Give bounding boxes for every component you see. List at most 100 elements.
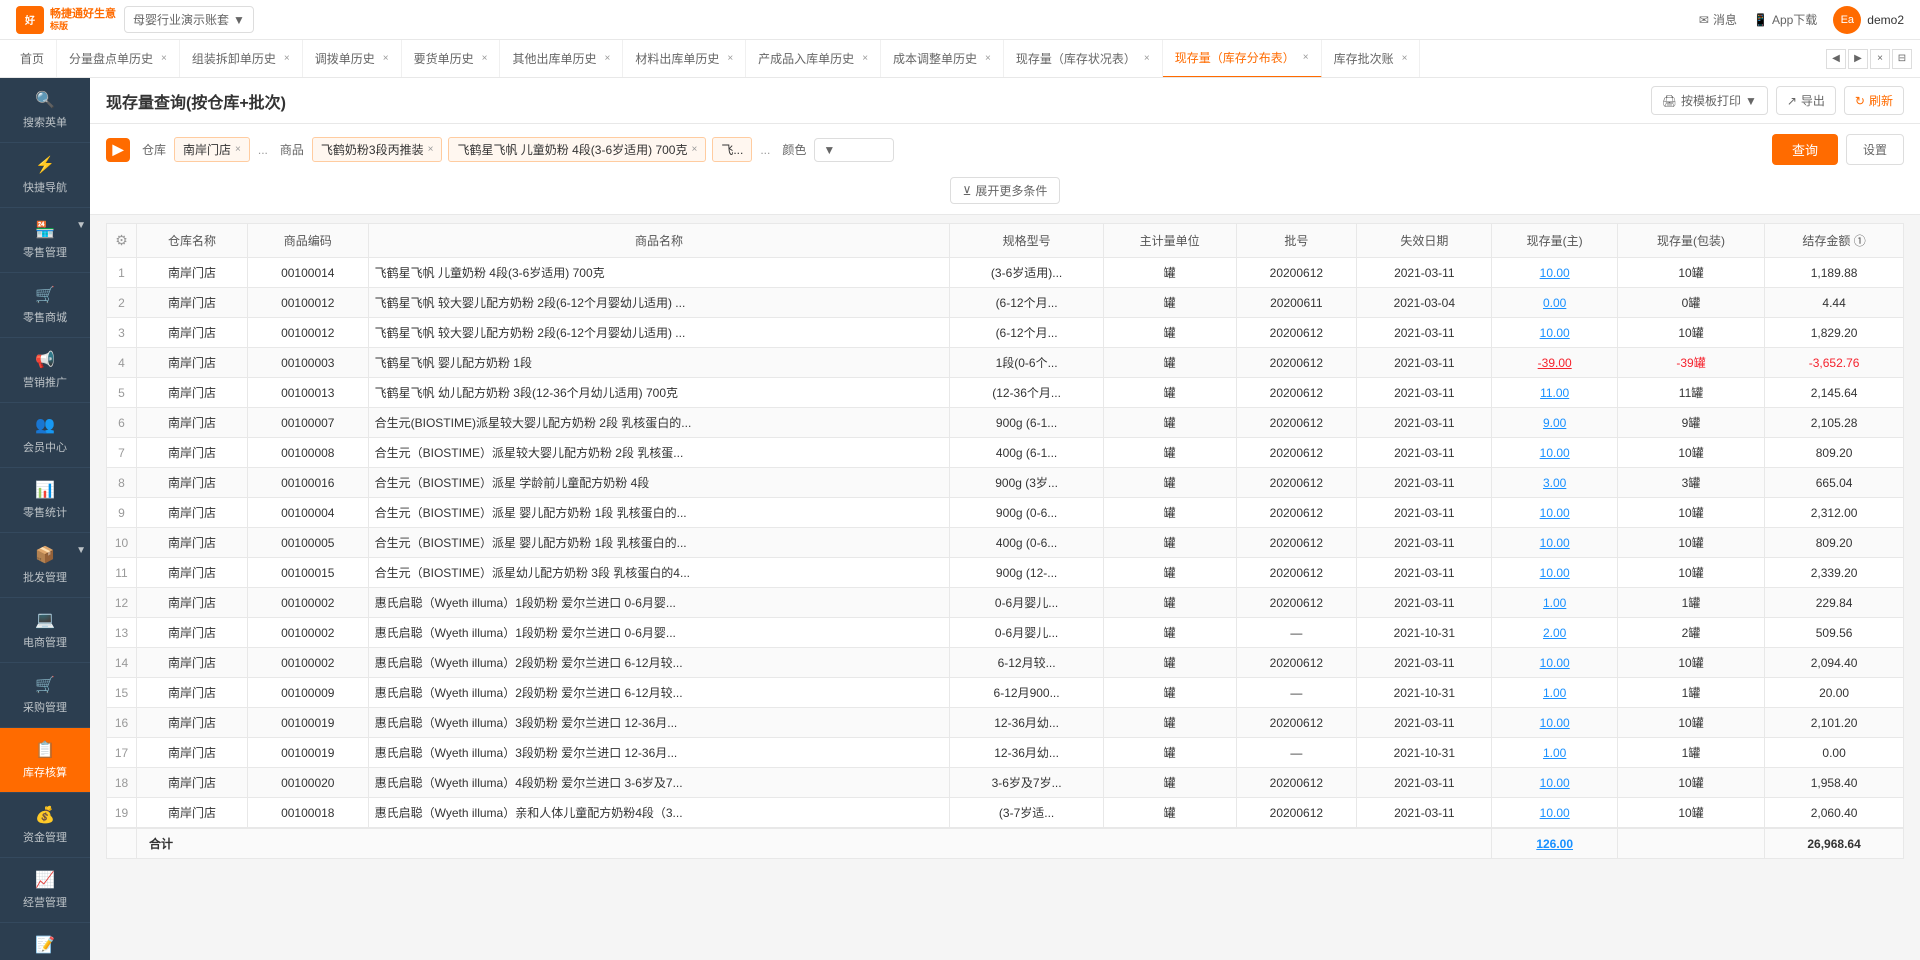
close-tab-icon[interactable]: × [1144, 53, 1150, 64]
row-qty-main[interactable]: 0.00 [1492, 288, 1617, 318]
user-area[interactable]: Ea demo2 [1833, 6, 1904, 34]
more-warehouses-btn[interactable]: ... [258, 143, 268, 157]
nav-tabs: 首页 分量盘点单历史 × 组装拆卸单历史 × 调拨单历史 × 要货单历史 × 其… [0, 40, 1920, 78]
sidebar-item-members[interactable]: 👥 会员中心 [0, 403, 90, 468]
warehouse-tag[interactable]: 南岸门店 × [174, 137, 250, 162]
wholesale-arrow-icon: ▼ [76, 545, 86, 556]
close-tab-icon[interactable]: × [1402, 53, 1408, 64]
tab-cost-adjust[interactable]: 成本调整单历史 × [881, 40, 1004, 78]
refresh-button[interactable]: ↻ 刷新 [1844, 86, 1904, 115]
close-tab-icon[interactable]: × [383, 53, 389, 64]
row-name: 合生元（BIOSTIME）派星较大婴儿配方奶粉 2段 乳核蛋... [368, 438, 950, 468]
close-tab-icon[interactable]: × [284, 53, 290, 64]
row-warehouse: 南岸门店 [137, 678, 248, 708]
row-num: 14 [107, 648, 137, 678]
row-qty-main[interactable]: 9.00 [1492, 408, 1617, 438]
remove-product-1-icon[interactable]: × [428, 144, 434, 155]
row-balance: 2,339.20 [1765, 558, 1904, 588]
tab-partial-inventory[interactable]: 分量盘点单历史 × [57, 40, 180, 78]
row-qty-main[interactable]: 1.00 [1492, 678, 1617, 708]
row-qty-main[interactable]: 10.00 [1492, 648, 1617, 678]
color-selector[interactable]: ▼ [814, 138, 894, 162]
close-tab-icon[interactable]: × [604, 53, 610, 64]
app-download-btn[interactable]: 📱 App下载 [1753, 11, 1817, 28]
table-row: 16 南岸门店 00100019 惠氏启聪（Wyeth illuma）3段奶粉 … [107, 708, 1904, 738]
row-qty-main[interactable]: 11.00 [1492, 378, 1617, 408]
row-qty-main[interactable]: 10.00 [1492, 438, 1617, 468]
close-tab-icon[interactable]: × [985, 53, 991, 64]
sidebar-item-purchase[interactable]: 🛒 采购管理 [0, 663, 90, 728]
row-qty-main[interactable]: 10.00 [1492, 318, 1617, 348]
sidebar-item-retail[interactable]: 🏪 零售管理 ▼ [0, 208, 90, 273]
close-tab-icon[interactable]: × [862, 53, 868, 64]
row-balance: 2,145.64 [1765, 378, 1904, 408]
tab-home[interactable]: 首页 [8, 40, 57, 78]
tab-current-qty-dist[interactable]: 现存量（库存分布表） × [1163, 40, 1322, 78]
settings-button[interactable]: 设置 [1846, 134, 1904, 165]
row-qty-main[interactable]: 1.00 [1492, 588, 1617, 618]
sidebar-item-inventory[interactable]: 📋 库存核算 [0, 728, 90, 793]
row-qty-main[interactable]: 10.00 [1492, 798, 1617, 829]
product-tag-1[interactable]: 飞鹤奶粉3段丙推装 × [312, 137, 443, 162]
table-row: 14 南岸门店 00100002 惠氏启聪（Wyeth illuma）2段奶粉 … [107, 648, 1904, 678]
sidebar-item-finance[interactable]: 💰 资金管理 [0, 793, 90, 858]
table-row: 1 南岸门店 00100014 飞鹤星飞帆 儿童奶粉 4段(3-6岁适用) 70… [107, 258, 1904, 288]
row-qty-main[interactable]: 10.00 [1492, 498, 1617, 528]
row-qty-main[interactable]: 2.00 [1492, 618, 1617, 648]
row-batch: 20200612 [1236, 258, 1357, 288]
row-qty-main[interactable]: 10.00 [1492, 768, 1617, 798]
row-qty-main[interactable]: 10.00 [1492, 708, 1617, 738]
sidebar-item-ecommerce[interactable]: 💻 电商管理 [0, 598, 90, 663]
message-btn[interactable]: ✉ 消息 [1699, 11, 1737, 28]
close-tab-icon[interactable]: × [727, 53, 733, 64]
sidebar-item-retail-shop[interactable]: 🛒 零售商城 [0, 273, 90, 338]
remove-warehouse-icon[interactable]: × [235, 144, 241, 155]
nav-expand[interactable]: ⊟ [1892, 49, 1912, 69]
product-tag-more[interactable]: 飞... [712, 137, 752, 162]
nav-next-arrow[interactable]: ▶ [1848, 49, 1868, 69]
row-warehouse: 南岸门店 [137, 768, 248, 798]
tab-batch-voucher[interactable]: 库存批次账 × [1322, 40, 1421, 78]
gear-icon[interactable]: ⚙ [115, 232, 128, 248]
print-button[interactable]: 🖨 按模板打印 ▼ [1651, 86, 1768, 115]
sidebar-item-marketing[interactable]: 📢 营销推广 [0, 338, 90, 403]
tab-requisition[interactable]: 要货单历史 × [402, 40, 501, 78]
sidebar-item-search[interactable]: 🔍 搜索英单 [0, 78, 90, 143]
close-tab-icon[interactable]: × [482, 53, 488, 64]
row-qty-main[interactable]: 10.00 [1492, 558, 1617, 588]
row-qty-main[interactable]: 1.00 [1492, 738, 1617, 768]
sidebar-item-ops[interactable]: 📈 经营管理 [0, 858, 90, 923]
tab-disassemble[interactable]: 组装拆卸单历史 × [180, 40, 303, 78]
filter-toggle[interactable]: ▶ [106, 138, 130, 162]
sidebar-item-wholesale[interactable]: 📦 批发管理 ▼ [0, 533, 90, 598]
row-code: 00100019 [247, 708, 368, 738]
row-qty-main[interactable]: -39.00 [1492, 348, 1617, 378]
tab-transfer[interactable]: 调拨单历史 × [303, 40, 402, 78]
query-button[interactable]: 查询 [1772, 134, 1838, 165]
export-button[interactable]: ↗ 导出 [1776, 86, 1836, 115]
row-qty-main[interactable]: 3.00 [1492, 468, 1617, 498]
industry-selector[interactable]: 母婴行业演示账套 ▼ [124, 6, 254, 33]
sidebar-item-retail-stats[interactable]: 📊 零售统计 [0, 468, 90, 533]
tab-product-inbound[interactable]: 产成品入库单历史 × [746, 40, 881, 78]
row-qty-pkg: 10罐 [1617, 318, 1764, 348]
sidebar-item-basic[interactable]: 📝 基础信息 [0, 923, 90, 960]
row-qty-main[interactable]: 10.00 [1492, 528, 1617, 558]
row-qty-main[interactable]: 10.00 [1492, 258, 1617, 288]
remove-product-2-icon[interactable]: × [691, 144, 697, 155]
row-qty-pkg: 2罐 [1617, 618, 1764, 648]
more-products-btn[interactable]: ... [760, 143, 770, 157]
nav-close-all[interactable]: × [1870, 49, 1890, 69]
basic-icon: 📝 [35, 935, 55, 955]
close-tab-icon[interactable]: × [1303, 52, 1309, 63]
nav-prev-arrow[interactable]: ◀ [1826, 49, 1846, 69]
tab-material-outbound[interactable]: 材料出库单历史 × [623, 40, 746, 78]
tab-current-qty-status[interactable]: 现存量（库存状况表） × [1004, 40, 1163, 78]
tab-other-outbound[interactable]: 其他出库单历史 × [500, 40, 623, 78]
refresh-icon: ↻ [1855, 94, 1865, 108]
sidebar-item-shortcuts[interactable]: ⚡ 快捷导航 [0, 143, 90, 208]
expand-more-btn[interactable]: ⊻ 展开更多条件 [950, 177, 1061, 204]
row-name: 合生元（BIOSTIME）派星幼儿配方奶粉 3段 乳核蛋白的4... [368, 558, 950, 588]
product-tag-2[interactable]: 飞鹤星飞帆 儿童奶粉 4段(3-6岁适用) 700克 × [448, 137, 706, 162]
close-tab-icon[interactable]: × [161, 53, 167, 64]
